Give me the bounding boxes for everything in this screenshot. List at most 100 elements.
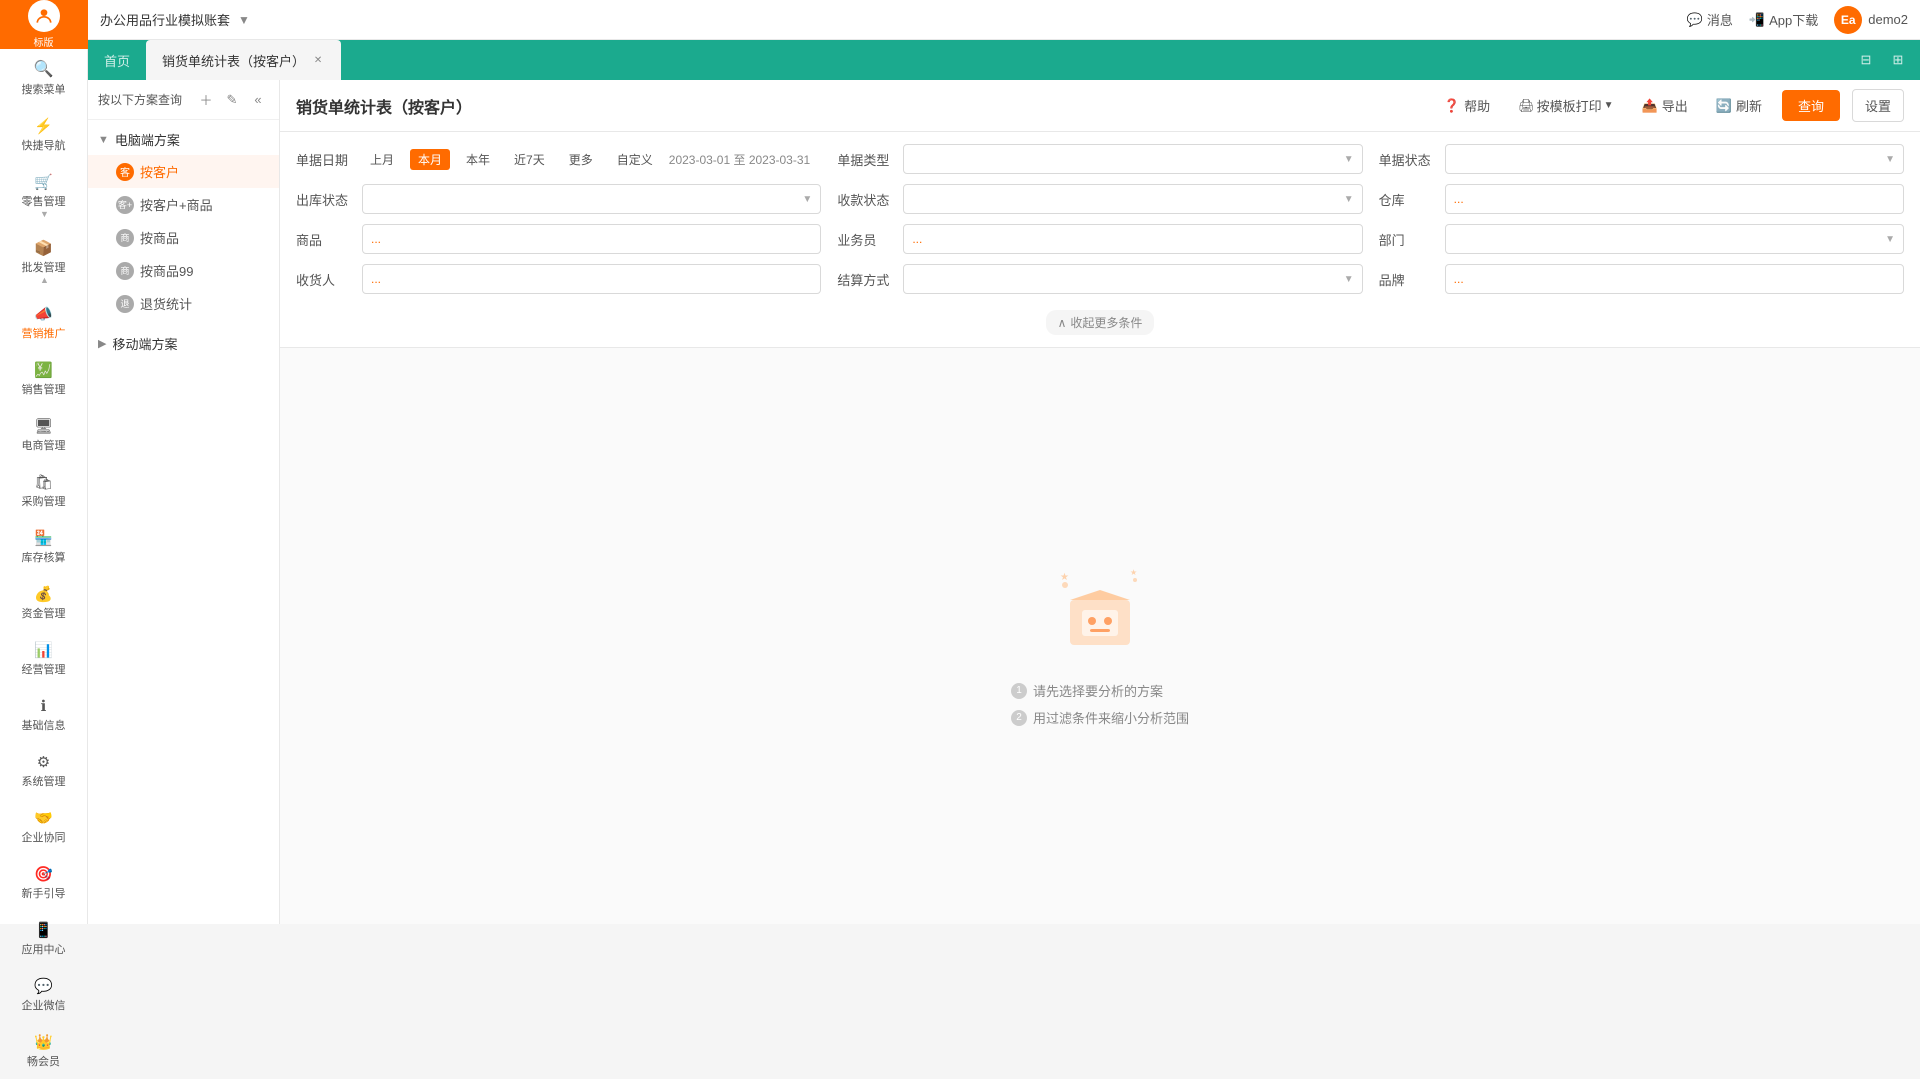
date-tab-more[interactable]: 更多 bbox=[561, 149, 601, 170]
date-tab-this-year[interactable]: 本年 bbox=[458, 149, 498, 170]
message-icon: 💬 bbox=[1687, 12, 1703, 28]
app-download-button[interactable]: 📲 App下载 bbox=[1749, 10, 1818, 29]
settings-button[interactable]: 设置 bbox=[1852, 89, 1904, 122]
scheme-item-by-goods[interactable]: 商 按商品 bbox=[88, 221, 279, 254]
tab-minimize-button[interactable]: ⊟ bbox=[1852, 46, 1880, 74]
maximize-icon: ⊞ bbox=[1893, 52, 1904, 68]
sidebar-item-wholesale[interactable]: 📦 批发管理 ▲ bbox=[0, 229, 87, 295]
sidebar-item-system[interactable]: ⚙ 系统管理 bbox=[0, 743, 87, 799]
sidebar-item-label-enterprise: 企业协同 bbox=[22, 829, 66, 845]
print-label: 按模板打印 bbox=[1537, 96, 1602, 115]
export-label: 导出 bbox=[1662, 96, 1688, 115]
avatar: Ea bbox=[1834, 6, 1862, 34]
purchase-icon: 🛍 bbox=[34, 473, 53, 491]
receiver-input[interactable]: ... bbox=[362, 264, 821, 294]
tab-bar-actions: ⊟ ⊞ bbox=[1852, 46, 1920, 74]
scheme-item-label-return-stat: 退货统计 bbox=[140, 294, 192, 313]
sidebar-item-label-ecommerce: 电商管理 bbox=[22, 437, 66, 453]
department-dropdown-icon: ▼ bbox=[1885, 234, 1895, 245]
collapse-button[interactable]: ∧ 收起更多条件 bbox=[1046, 310, 1155, 335]
sidebar-item-ecommerce[interactable]: 🖥 电商管理 bbox=[0, 407, 87, 463]
sidebar-item-quick-nav[interactable]: ⚡ 快捷导航 bbox=[0, 107, 87, 163]
scheme-item-by-goods-99[interactable]: 商 按商品99 bbox=[88, 254, 279, 287]
tab-maximize-button[interactable]: ⊞ bbox=[1884, 46, 1912, 74]
sidebar-item-enterprise-wechat[interactable]: 💬 企业微信 bbox=[0, 967, 87, 1023]
user-profile-button[interactable]: Ea demo2 bbox=[1834, 6, 1908, 34]
add-scheme-button[interactable]: ＋ bbox=[195, 89, 217, 111]
message-button[interactable]: 💬 消息 bbox=[1687, 10, 1733, 29]
help-button[interactable]: ❓ 帮助 bbox=[1436, 92, 1498, 119]
sidebar-item-vip[interactable]: 👑 畅会员 bbox=[0, 1023, 87, 1079]
goods-input[interactable]: ... bbox=[362, 224, 821, 254]
tab-sales-stat[interactable]: 销货单统计表（按客户） ✕ bbox=[146, 40, 341, 80]
sidebar-item-newuser[interactable]: 🎯 新手引导 bbox=[0, 855, 87, 911]
collapse-up-icon: ∧ bbox=[1058, 316, 1067, 330]
sidebar-item-marketing[interactable]: 📣 营销推广 bbox=[0, 295, 87, 351]
order-type-input[interactable]: ▼ bbox=[903, 144, 1362, 174]
date-tab-7days[interactable]: 近7天 bbox=[506, 149, 553, 170]
sidebar-item-sales[interactable]: 💹 销售管理 bbox=[0, 351, 87, 407]
sidebar-item-retail[interactable]: 🛒 零售管理 ▼ bbox=[0, 163, 87, 229]
mobile-group-label: 移动端方案 bbox=[112, 334, 177, 353]
empty-tips: 1 请先选择要分析的方案 2 用过滤条件来缩小分析范围 bbox=[1011, 681, 1189, 727]
search-icon: 🔍 bbox=[34, 59, 54, 79]
empty-tip-2-text: 用过滤条件来缩小分析范围 bbox=[1033, 708, 1189, 727]
sidebar-item-basic-info[interactable]: ℹ 基础信息 bbox=[0, 687, 87, 743]
left-panel: 按以下方案查询 ＋ ✎ « ▼ 电脑端方案 客 按客户 客+ bbox=[88, 80, 280, 924]
sidebar-item-operation[interactable]: 📊 经营管理 bbox=[0, 631, 87, 687]
tab-close-button[interactable]: ✕ bbox=[311, 53, 325, 67]
out-status-input[interactable]: ▼ bbox=[362, 184, 821, 214]
vip-icon: 👑 bbox=[34, 1033, 53, 1051]
mobile-group-header[interactable]: ▶ 移动端方案 bbox=[88, 328, 279, 359]
quick-nav-icon: ⚡ bbox=[34, 117, 53, 135]
warehouse-input[interactable]: ... bbox=[1445, 184, 1904, 214]
date-tab-custom[interactable]: 自定义 bbox=[609, 149, 661, 170]
filter-item-date: 单据日期 上月 本月 本年 近7天 更多 自定义 2023-03-01 至 20… bbox=[296, 149, 821, 170]
scheme-item-by-customer[interactable]: 客 按客户 bbox=[88, 155, 279, 188]
sidebar-item-label-finance: 资金管理 bbox=[22, 605, 66, 621]
salesperson-input[interactable]: ... bbox=[903, 224, 1362, 254]
refresh-button[interactable]: 🔄 刷新 bbox=[1708, 92, 1770, 119]
collapse-panel-button[interactable]: « bbox=[247, 89, 269, 111]
sidebar-search-item[interactable]: 🔍 搜索菜单 bbox=[0, 49, 87, 107]
brand-label: 品牌 bbox=[1379, 270, 1439, 289]
sidebar-item-label-retail: 零售管理 bbox=[22, 193, 66, 209]
sidebar-item-label-marketing: 营销推广 bbox=[22, 325, 66, 341]
desktop-group-header[interactable]: ▼ 电脑端方案 bbox=[88, 124, 279, 155]
sidebar-brand-label: 标版 bbox=[34, 34, 54, 49]
scheme-item-label-by-customer-goods: 按客户+商品 bbox=[140, 195, 213, 214]
sidebar: 标版 🔍 搜索菜单 ⚡ 快捷导航 🛒 零售管理 ▼ 📦 批发管理 ▲ 📣 营销推… bbox=[0, 0, 88, 924]
sidebar-item-finance[interactable]: 💰 资金管理 bbox=[0, 575, 87, 631]
brand-input[interactable]: ... bbox=[1445, 264, 1904, 294]
order-status-input[interactable]: ▼ bbox=[1445, 144, 1904, 174]
sidebar-item-app-center[interactable]: 📱 应用中心 bbox=[0, 911, 87, 967]
sidebar-item-inventory[interactable]: 🏪 库存核算 bbox=[0, 519, 87, 575]
top-header-left: 办公用品行业模拟账套 ▼ bbox=[100, 10, 250, 29]
date-label: 单据日期 bbox=[296, 150, 356, 169]
page-title: 销货单统计表（按客户） bbox=[296, 94, 472, 118]
print-dropdown-icon: ▼ bbox=[1604, 100, 1614, 111]
scheme-item-by-customer-goods[interactable]: 客+ 按客户+商品 bbox=[88, 188, 279, 221]
sidebar-item-enterprise[interactable]: 🤝 企业协同 bbox=[0, 799, 87, 855]
sidebar-item-label-basic-info: 基础信息 bbox=[22, 717, 66, 733]
industry-dropdown-icon[interactable]: ▼ bbox=[238, 13, 250, 27]
scheme-item-return-stat[interactable]: 退 退货统计 bbox=[88, 287, 279, 320]
print-icon: 🖨 bbox=[1518, 98, 1535, 114]
date-tab-this-month[interactable]: 本月 bbox=[410, 149, 450, 170]
query-button[interactable]: 查询 bbox=[1782, 90, 1840, 121]
main-area: 办公用品行业模拟账套 ▼ 💬 消息 📲 App下载 Ea demo2 首页 bbox=[88, 0, 1920, 924]
settlement-input[interactable]: ▼ bbox=[903, 264, 1362, 294]
date-tab-last-month[interactable]: 上月 bbox=[362, 149, 402, 170]
department-input[interactable]: ▼ bbox=[1445, 224, 1904, 254]
edit-scheme-button[interactable]: ✎ bbox=[221, 89, 243, 111]
export-button[interactable]: 📤 导出 bbox=[1634, 92, 1696, 119]
print-button[interactable]: 🖨 按模板打印 ▼ bbox=[1510, 92, 1621, 119]
sidebar-item-label-sales: 销售管理 bbox=[22, 381, 66, 397]
sidebar-item-purchase[interactable]: 🛍 采购管理 bbox=[0, 463, 87, 519]
scheme-item-label-by-customer: 按客户 bbox=[140, 162, 179, 181]
tab-home[interactable]: 首页 bbox=[88, 40, 146, 80]
salesperson-label: 业务员 bbox=[837, 230, 897, 249]
out-status-label: 出库状态 bbox=[296, 190, 356, 209]
payment-status-input[interactable]: ▼ bbox=[903, 184, 1362, 214]
filter-item-order-status: 单据状态 ▼ bbox=[1379, 144, 1904, 174]
